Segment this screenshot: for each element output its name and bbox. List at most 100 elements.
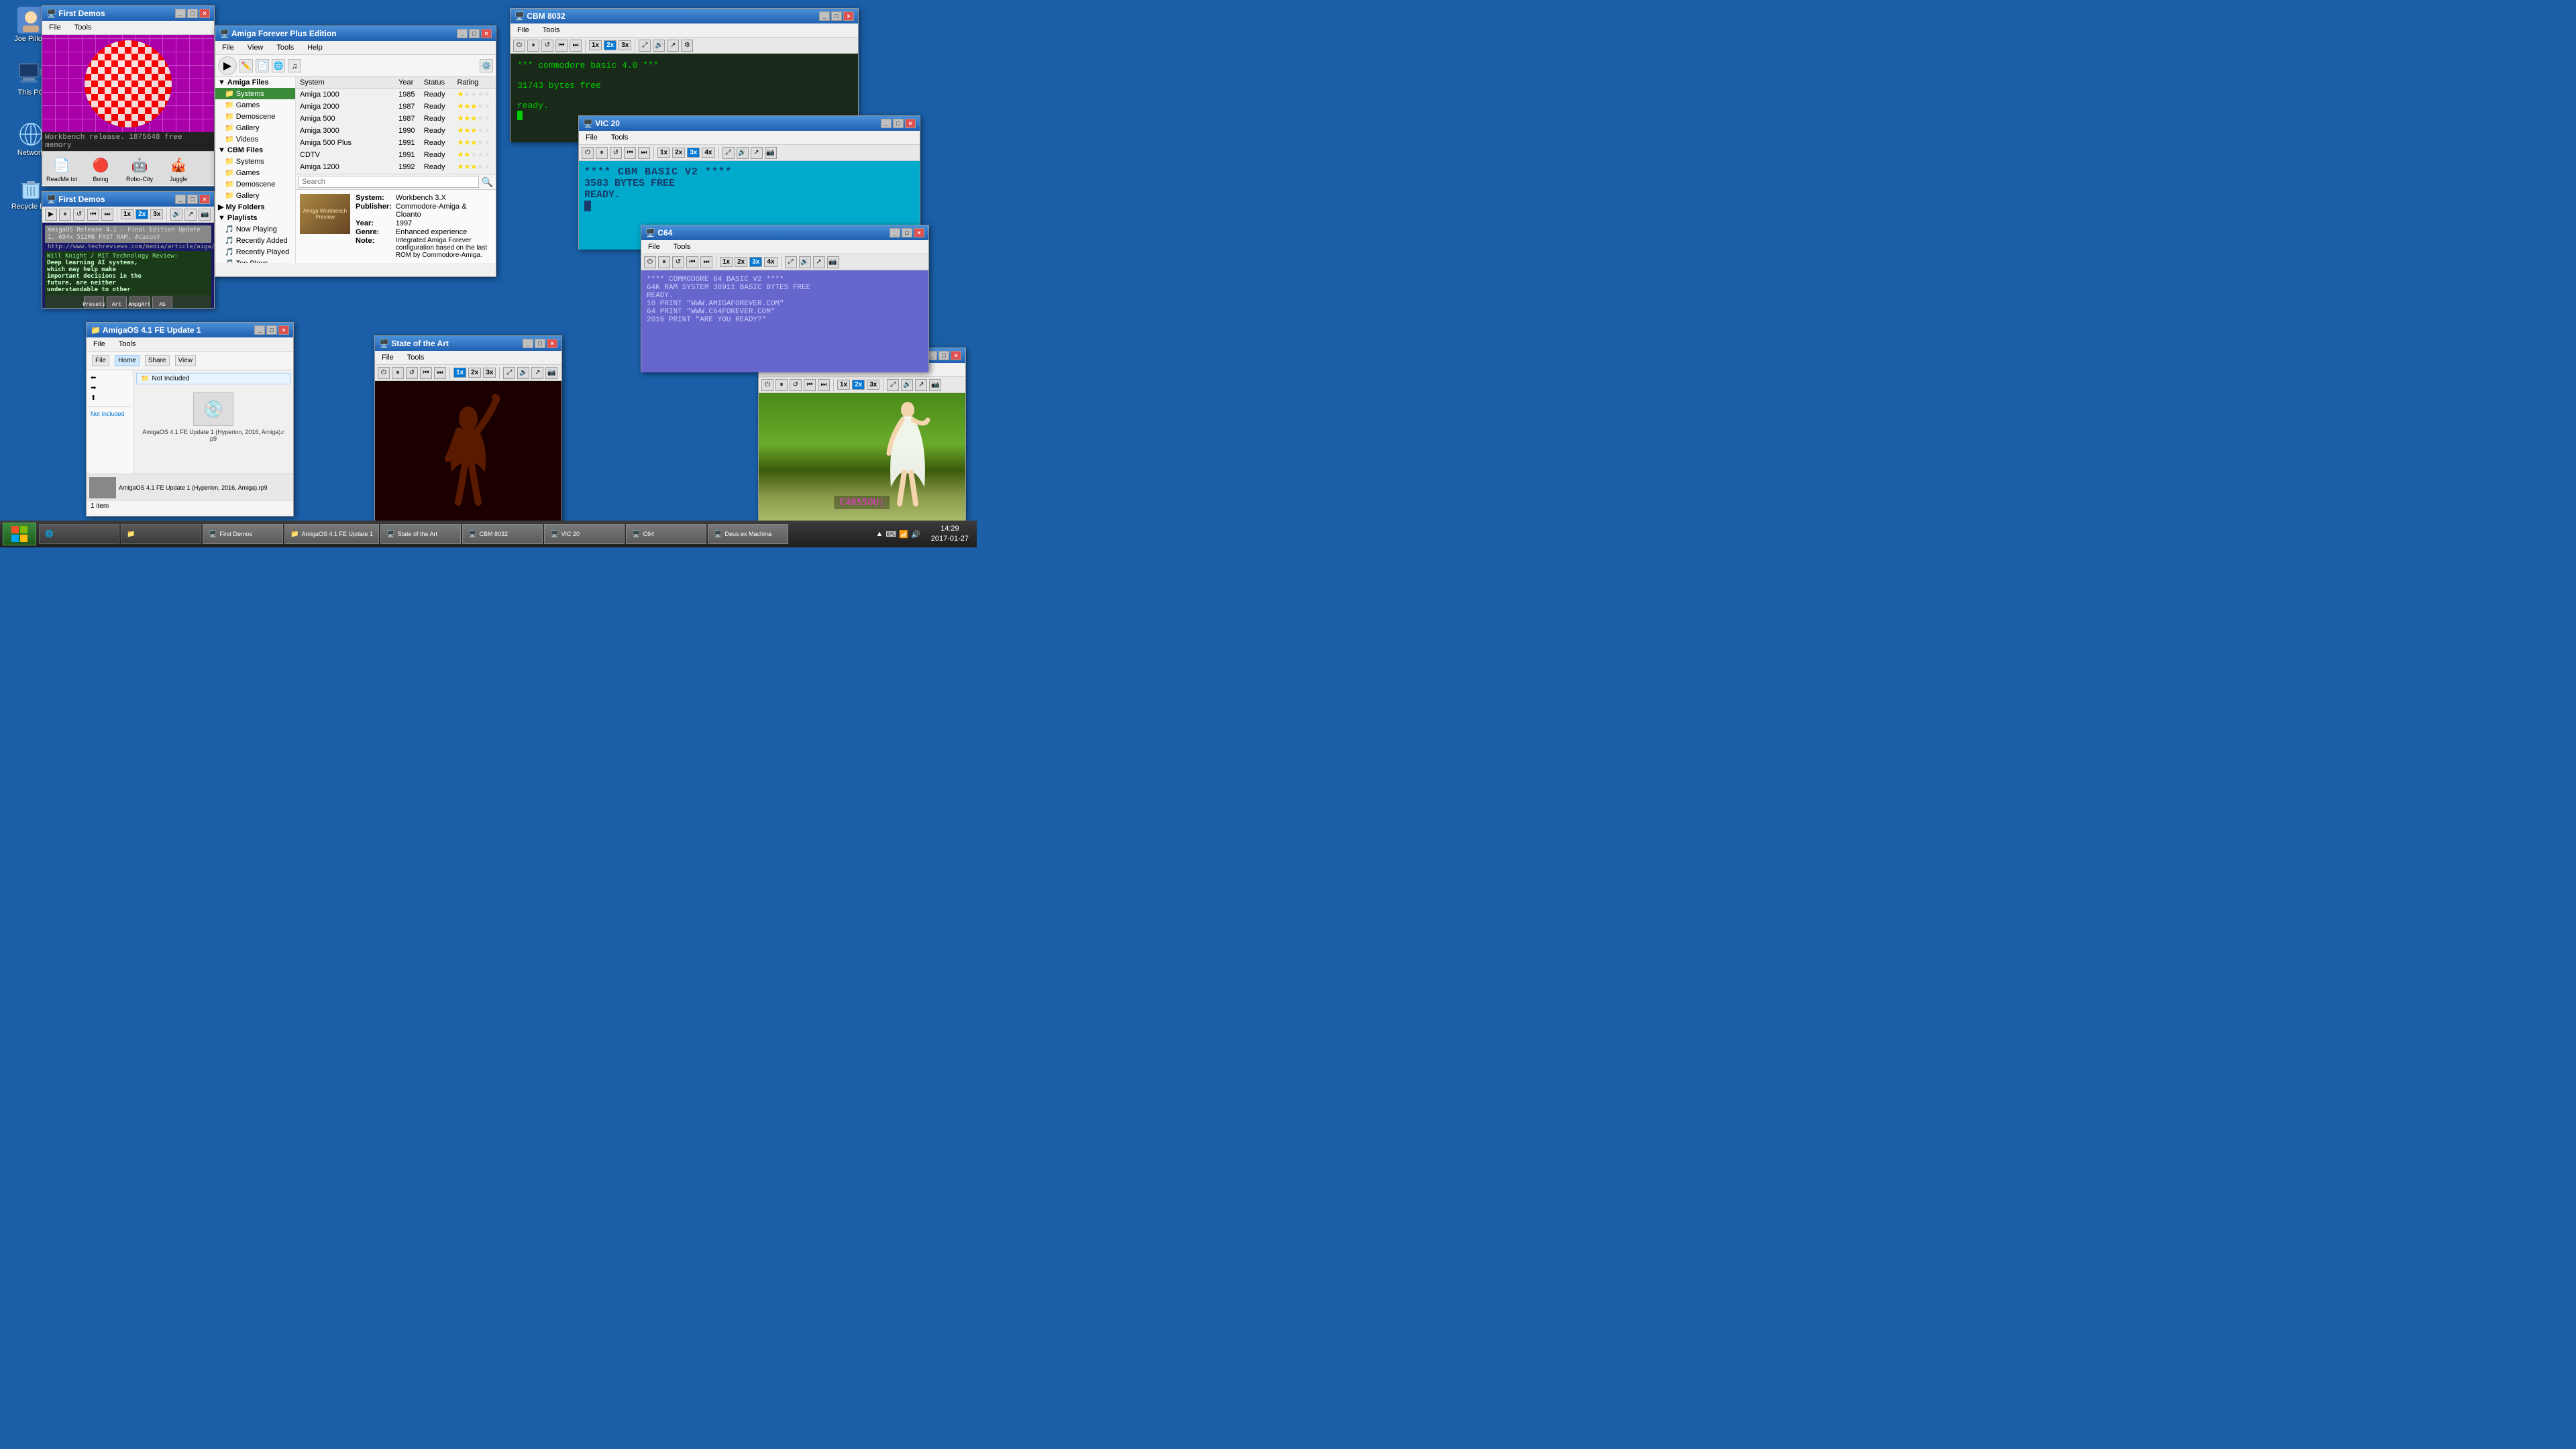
fd2-share[interactable]: ↗	[184, 209, 197, 221]
cbm8032-minimize[interactable]: _	[819, 11, 830, 21]
af-sidebar-gallery-2[interactable]: 📁 Gallery	[215, 190, 295, 201]
tray-arrow[interactable]: ▲	[876, 530, 883, 538]
dex-reset[interactable]: ↺	[790, 379, 802, 391]
c64-vol[interactable]: 🔊	[799, 256, 811, 268]
ao41-titlebar[interactable]: 📁 AmigaOS 4.1 FE Update 1 _ □ ×	[87, 323, 293, 337]
af-music-btn[interactable]: ♫	[288, 59, 301, 72]
cbm8032-share[interactable]: ↗	[667, 40, 679, 52]
ao41-menu-file[interactable]: File	[89, 339, 109, 350]
cbm8032-close[interactable]: ×	[843, 11, 854, 21]
table-row[interactable]: Amiga 1200 1992 Ready ★★★★★	[296, 161, 496, 173]
af-titlebar[interactable]: 🖥️ Amiga Forever Plus Edition _ □ ×	[215, 26, 496, 41]
ao41-minimize[interactable]: _	[254, 325, 265, 335]
vic20-speed-4x[interactable]: 4x	[702, 148, 714, 158]
vic20-prev[interactable]: ⏮	[624, 147, 636, 159]
table-row[interactable]: Amiga 1000 1985 Ready ★★★★★	[296, 89, 496, 101]
sota-share[interactable]: ↗	[531, 367, 543, 379]
ao41-tab-view[interactable]: View	[175, 355, 197, 366]
cbm8032-reset[interactable]: ↺	[541, 40, 553, 52]
af-sidebar-demoscene-2[interactable]: 📁 Demoscene	[215, 178, 295, 190]
vic20-pause[interactable]: ⏸	[596, 147, 608, 159]
taskbar-vic20-btn[interactable]: 🖥️ VIC 20	[544, 524, 625, 544]
vic20-camera[interactable]: 📷	[765, 147, 777, 159]
c64-power[interactable]: ⏻	[644, 256, 656, 268]
col-year[interactable]: Year	[394, 77, 420, 89]
taskbar-sota-btn[interactable]: 🖥️ State of the Art	[380, 524, 461, 544]
vic20-maximize[interactable]: □	[893, 119, 904, 128]
sota-speed-2x[interactable]: 2x	[468, 368, 481, 378]
vic20-speed-3x[interactable]: 3x	[687, 148, 700, 158]
sota-expand[interactable]: ⤢	[503, 367, 515, 379]
sota-speed-1x[interactable]: 1x	[453, 368, 466, 378]
vic20-reset[interactable]: ↺	[610, 147, 622, 159]
vic20-menu-tools[interactable]: Tools	[607, 132, 633, 143]
demos-icon-robo[interactable]: 🤖 Robo-City	[123, 154, 156, 182]
sota-menu-tools[interactable]: Tools	[403, 352, 429, 363]
demos-icon-readme[interactable]: 📄 ReadMe.txt	[45, 154, 78, 182]
af-sidebar-recently-added[interactable]: 🎵 Recently Added	[215, 235, 295, 246]
fd2-maximize[interactable]: □	[187, 195, 198, 204]
fd2-vol[interactable]: 🔊	[170, 209, 182, 221]
ao41-sidebar-back[interactable]: ⬅	[89, 373, 130, 383]
dex-expand[interactable]: ⤢	[887, 379, 899, 391]
fd2-reset[interactable]: ↺	[73, 209, 85, 221]
fd2-play[interactable]: ▶	[45, 209, 57, 221]
fd2-rewind[interactable]: ⏮	[87, 209, 99, 221]
vic20-close[interactable]: ×	[905, 119, 916, 128]
c64-speed-3x[interactable]: 3x	[749, 257, 762, 267]
dex-maximize[interactable]: □	[938, 351, 949, 360]
dex-next[interactable]: ⏭	[818, 379, 830, 391]
af-sidebar-gallery-1[interactable]: 📁 Gallery	[215, 122, 295, 133]
af-sidebar-amiga-files[interactable]: ▼ Amiga Files	[215, 77, 295, 88]
ao41-maximize[interactable]: □	[266, 325, 277, 335]
dex-close[interactable]: ×	[951, 351, 961, 360]
cbm8032-speed-1x[interactable]: 1x	[589, 40, 602, 50]
c64-pause[interactable]: ⏸	[658, 256, 670, 268]
table-row[interactable]: Amiga 500 1987 Ready ★★★★★	[296, 113, 496, 125]
c64-speed-4x[interactable]: 4x	[764, 257, 777, 267]
c64-titlebar[interactable]: 🖥️ C64 _ □ ×	[641, 225, 928, 240]
fd2-speed-1x[interactable]: 1x	[121, 209, 133, 219]
dex-power[interactable]: ⏻	[761, 379, 773, 391]
cbm8032-gear[interactable]: ⚙	[681, 40, 693, 52]
vic20-power[interactable]: ⏻	[582, 147, 594, 159]
af-settings-btn[interactable]: ⚙️	[480, 59, 493, 72]
ao41-tab-file[interactable]: File	[92, 355, 109, 366]
fd2-ff[interactable]: ⏭	[101, 209, 113, 221]
cbm8032-expand[interactable]: ⤢	[639, 40, 651, 52]
taskbar-clock[interactable]: 14:29 2017-01-27	[926, 523, 974, 546]
af-sidebar-cbm-files[interactable]: ▼ CBM Files	[215, 145, 295, 156]
first-demos-menu-file[interactable]: File	[45, 22, 65, 33]
taskbar-c64-btn[interactable]: 🖥️ C64	[626, 524, 706, 544]
first-demos-menu-tools[interactable]: Tools	[70, 22, 96, 33]
demos-icon-boing[interactable]: 🔴 Boing	[84, 154, 117, 182]
taskbar-dex-btn[interactable]: 🖥️ Deus ex Machina	[708, 524, 788, 544]
sota-vol[interactable]: 🔊	[517, 367, 529, 379]
af-sidebar-games-1[interactable]: 📁 Games	[215, 99, 295, 111]
fd2-minimize[interactable]: _	[175, 195, 186, 204]
c64-next[interactable]: ⏭	[700, 256, 712, 268]
af-globe-btn[interactable]: 🌐	[272, 59, 285, 72]
cbm8032-pause[interactable]: ⏸	[527, 40, 539, 52]
ao41-sidebar-forward[interactable]: ➡	[89, 383, 130, 393]
af-sidebar-games-2[interactable]: 📁 Games	[215, 167, 295, 178]
taskbar-ie-btn[interactable]: 🌐	[39, 524, 119, 544]
sota-speed-3x[interactable]: 3x	[483, 368, 496, 378]
sota-prev[interactable]: ⏮	[420, 367, 432, 379]
cbm8032-maximize[interactable]: □	[831, 11, 842, 21]
first-demos-close[interactable]: ×	[199, 9, 210, 18]
demos-icon-juggle[interactable]: 🎪 Juggle	[162, 154, 195, 182]
dex-share[interactable]: ↗	[915, 379, 927, 391]
af-edit-btn[interactable]: ✏️	[239, 59, 253, 72]
first-demos-titlebar[interactable]: 🖥️ First Demos _ □ ×	[42, 6, 214, 21]
ao41-menu-tools[interactable]: Tools	[115, 339, 140, 350]
cbm8032-rewind[interactable]: ⏮	[555, 40, 568, 52]
table-row[interactable]: Amiga 2000 1987 Ready ★★★★★	[296, 101, 496, 113]
vic20-expand[interactable]: ⤢	[722, 147, 735, 159]
c64-camera[interactable]: 📷	[827, 256, 839, 268]
vic20-titlebar[interactable]: 🖥️ VIC 20 _ □ ×	[579, 116, 920, 131]
cbm8032-speed-2x[interactable]: 2x	[604, 40, 616, 50]
dex-pause[interactable]: ⏸	[775, 379, 788, 391]
sota-maximize[interactable]: □	[535, 339, 545, 348]
af-sidebar-demoscene-1[interactable]: 📁 Demoscene	[215, 111, 295, 122]
